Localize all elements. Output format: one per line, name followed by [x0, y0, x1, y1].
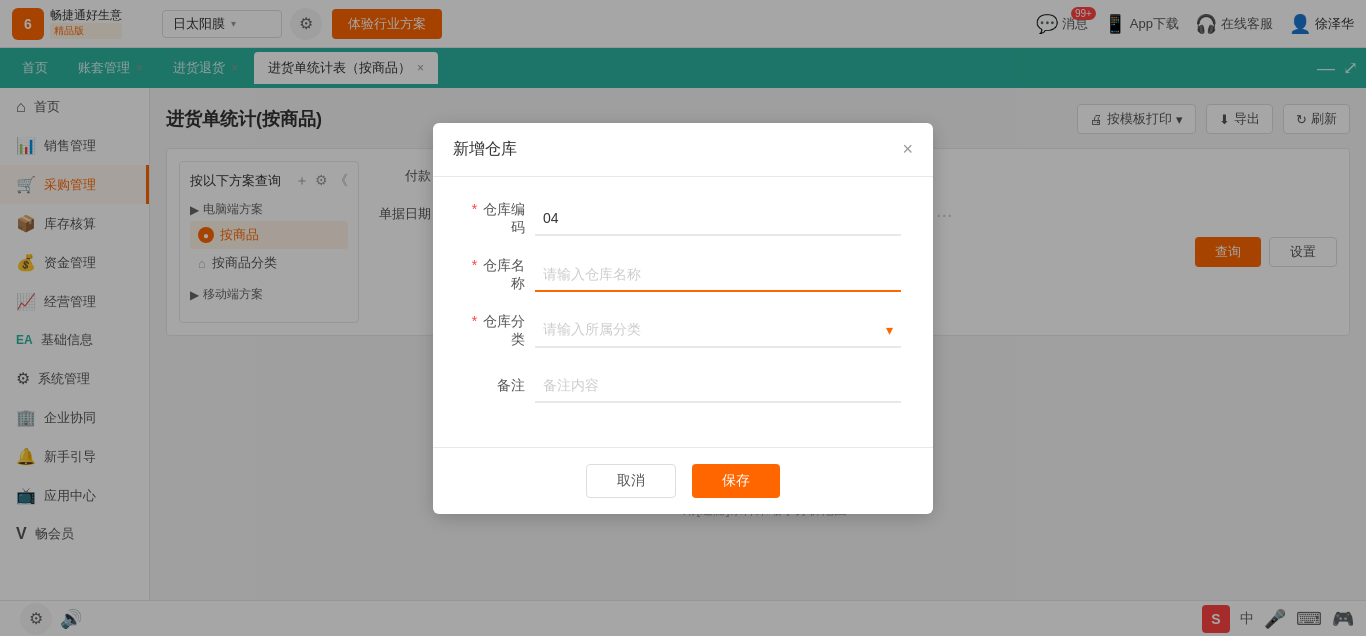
required-star-cat: * — [472, 313, 477, 329]
code-label: * 仓库编码 — [465, 201, 535, 237]
category-arrow-icon: ▾ — [886, 322, 893, 338]
name-input[interactable] — [535, 258, 901, 292]
name-label: * 仓库名称 — [465, 257, 535, 293]
form-row-code: * 仓库编码 — [465, 201, 901, 237]
note-label: 备注 — [465, 377, 535, 395]
required-star-code: * — [472, 201, 477, 217]
modal-header: 新增仓库 × — [433, 123, 933, 177]
modal-title: 新增仓库 — [453, 139, 517, 160]
form-row-note: 备注 — [465, 369, 901, 403]
form-row-category: * 仓库分类 请输入所属分类 ▾ — [465, 313, 901, 349]
add-warehouse-modal: 新增仓库 × * 仓库编码 * 仓库名称 — [433, 123, 933, 514]
code-input[interactable] — [535, 202, 901, 236]
modal-body: * 仓库编码 * 仓库名称 * 仓库分类 请输入所属 — [433, 177, 933, 447]
modal-footer: 取消 保存 — [433, 447, 933, 514]
category-placeholder: 请输入所属分类 — [543, 321, 641, 339]
category-select[interactable]: 请输入所属分类 ▾ — [535, 314, 901, 348]
note-input[interactable] — [535, 369, 901, 403]
save-button[interactable]: 保存 — [692, 464, 780, 498]
category-label: * 仓库分类 — [465, 313, 535, 349]
cancel-button[interactable]: 取消 — [586, 464, 676, 498]
modal-overlay: 新增仓库 × * 仓库编码 * 仓库名称 — [0, 0, 1366, 636]
form-row-name: * 仓库名称 — [465, 257, 901, 293]
required-star-name: * — [472, 257, 477, 273]
modal-close-icon[interactable]: × — [902, 139, 913, 160]
